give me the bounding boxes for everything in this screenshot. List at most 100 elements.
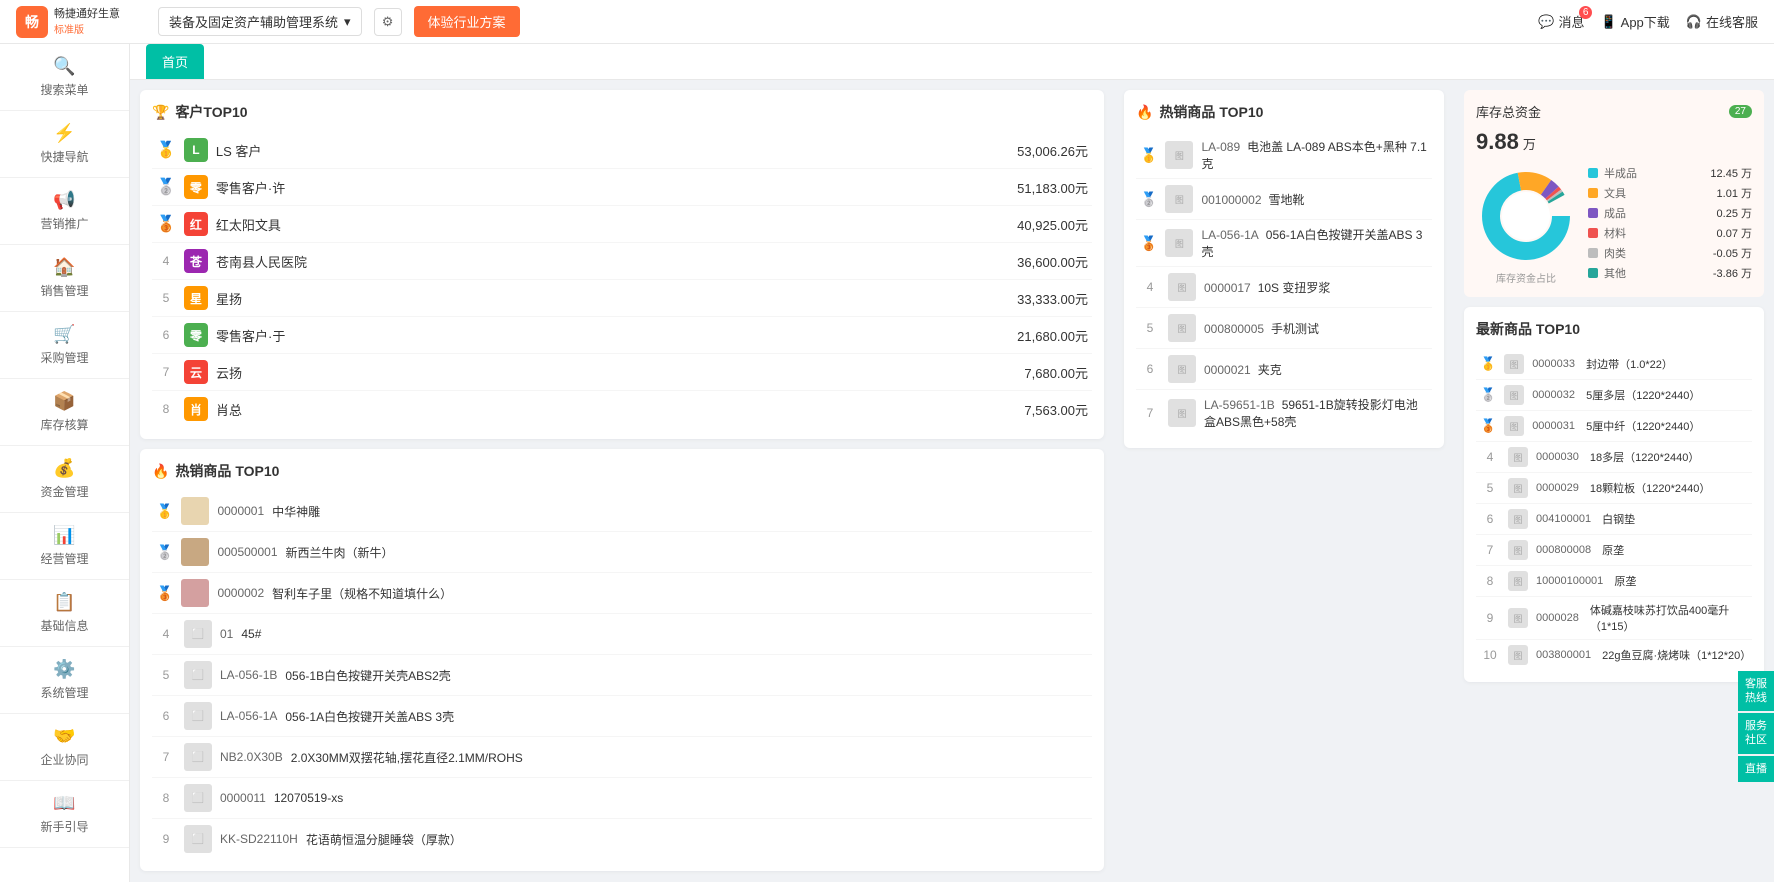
new-product-code: 003800001 [1536,649,1594,661]
legend-color [1588,228,1598,238]
product-name: 2.0X30MM双摆花轴,摆花直径2.1MM/ROHS [291,749,523,766]
tab-home[interactable]: 首页 [146,44,204,79]
hot-product2-row: 7 图 LA-59651-1B 59651-1B旋转投影灯电池盒ABS黑色+58… [1136,390,1432,436]
logo-icon: 畅 [16,6,48,38]
rank-number: 7 [1140,406,1160,420]
product-thumbnail2: 图 [1165,185,1193,213]
customer-row: 🥇 L LS 客户 53,006.26元 [152,132,1092,169]
product-code2: LA-056-1A [1201,228,1262,242]
new-product-icon: 图 [1508,571,1528,591]
hot-product-row: 7 ⬜ NB2.0X30B 2.0X30MM双摆花轴,摆花直径2.1MM/ROH… [152,737,1092,778]
trophy-icon: 🏆 [152,104,169,121]
search-icon: 🔍 [53,56,75,77]
new-product-name: 22g鱼豆腐·烧烤味（1*12*20） [1602,647,1748,663]
trial-button[interactable]: 体验行业方案 [414,6,520,37]
purchase-icon: 🛒 [53,324,75,345]
sidebar-item-purchase[interactable]: 🛒 采购管理 [0,312,129,379]
gear-button[interactable]: ⚙ [374,8,402,36]
product-thumbnail2: 图 [1168,314,1196,342]
customer-amount: 40,925.00元 [1017,215,1088,234]
legend-label: 成品 [1604,205,1711,221]
legend-label: 半成品 [1604,165,1704,181]
message-badge: 6 [1579,6,1593,19]
hot-products-card: 🔥 热销商品 TOP10 🥇 0000001 中华神雕 🥈 000500001 … [140,449,1104,871]
new-product-row: 🥇 图 0000033 封边带（1.0*22） [1476,349,1752,380]
customer-amount: 7,680.00元 [1024,363,1088,382]
rank-number: 7 [156,750,176,764]
float-service-btn[interactable]: 客服热线 [1738,671,1774,712]
product-code: KK-SD22110H [220,832,298,846]
chevron-down-icon: ▾ [344,14,351,30]
sidebar-item-inventory[interactable]: 📦 库存核算 [0,379,129,446]
sidebar-operations-label: 经营管理 [40,550,88,567]
fire-icon: 🔥 [152,463,169,480]
legend-color [1588,168,1598,178]
new-product-icon: 图 [1508,509,1528,529]
medal-icon: 🥉 [1480,418,1496,434]
system-icon: ⚙️ [53,659,75,680]
rank-number: 8 [156,791,176,805]
legend-color [1588,188,1598,198]
legend-value: 12.45 万 [1710,165,1752,181]
hot-product2-row: 🥈 图 001000002 雪地靴 [1136,179,1432,220]
customer-row: 6 零 零售客户·于 21,680.00元 [152,317,1092,354]
sidebar-item-search[interactable]: 🔍 搜索菜单 [0,44,129,111]
customer-avatar: 零 [184,175,208,199]
new-product-name: 18多层（1220*2440） [1590,449,1748,465]
sidebar-item-sales[interactable]: 🏠 销售管理 [0,245,129,312]
legend-color [1588,268,1598,278]
customer-avatar: 云 [184,360,208,384]
rank-number: 6 [156,709,176,723]
product-name2: 夹克 [1258,363,1282,377]
sidebar-item-nav[interactable]: ⚡ 快捷导航 [0,111,129,178]
float-direct-btn[interactable]: 直播 [1738,756,1774,782]
product-name: 056-1A白色按键开关盖ABS 3壳 [285,708,454,725]
new-product-icon: 图 [1504,385,1524,405]
new-product-icon: 图 [1504,416,1524,436]
sidebar-item-guide[interactable]: 📖 新手引导 [0,781,129,848]
legend-item: 成品 0.25 万 [1588,205,1752,221]
customer-row: 7 云 云扬 7,680.00元 [152,354,1092,391]
online-service-action[interactable]: 🎧 在线客服 [1686,12,1758,31]
message-action[interactable]: 💬 消息 6 [1538,12,1584,31]
customer-avatar: 零 [184,323,208,347]
sidebar-guide-label: 新手引导 [40,818,88,835]
legend-value: 1.01 万 [1717,185,1752,201]
service-label: 在线客服 [1706,12,1758,31]
marketing-icon: 📢 [53,190,75,211]
sidebar-item-system[interactable]: ⚙️ 系统管理 [0,647,129,714]
rank-number: 5 [1480,481,1500,495]
rank-number: 4 [1140,280,1160,294]
sidebar-system-label: 系统管理 [40,684,88,701]
sidebar-item-finance[interactable]: 💰 资金管理 [0,446,129,513]
legend-item: 文具 1.01 万 [1588,185,1752,201]
product-code2: 0000017 [1204,281,1254,295]
inventory-amount: 9.88 [1476,129,1519,155]
rank-number: 6 [1480,512,1500,526]
medal-icon: 🥇 [156,140,176,160]
sidebar-item-company[interactable]: 🤝 企业协同 [0,714,129,781]
app-download-action[interactable]: 📱 App下载 [1600,12,1669,31]
float-community-btn[interactable]: 服务社区 [1738,713,1774,754]
logo-text: 畅捷通好生意 [54,7,120,21]
sidebar-item-marketing[interactable]: 📢 营销推广 [0,178,129,245]
sidebar-item-operations[interactable]: 📊 经营管理 [0,513,129,580]
product-name: 中华神雕 [272,503,320,520]
sidebar-marketing-label: 营销推广 [40,215,88,232]
system-selector[interactable]: 装备及固定资产辅助管理系统 ▾ [158,7,362,36]
medal-icon: 🥉 [156,214,176,234]
new-product-code: 004100001 [1536,513,1594,525]
hot-product-row: 4 ⬜ 01 45# [152,614,1092,655]
hot-products2-title: 🔥 热销商品 TOP10 [1136,102,1432,122]
customer-avatar: 肖 [184,397,208,421]
rank-number: 8 [1480,574,1500,588]
sidebar-item-basic[interactable]: 📋 基础信息 [0,580,129,647]
sidebar-basic-label: 基础信息 [40,617,88,634]
logo-area: 畅 畅捷通好生意 标准版 [16,6,146,38]
hot-product2-row: 🥇 图 LA-089 电池盖 LA-089 ABS本色+黑种 7.1克 [1136,132,1432,179]
legend-area: 半成品 12.45 万 文具 1.01 万 成品 0.25 万 材料 0.07 … [1588,165,1752,285]
rank-number: 6 [156,328,176,342]
legend-value: 0.25 万 [1717,205,1752,221]
customer-name: 红太阳文具 [216,215,1009,234]
company-icon: 🤝 [53,726,75,747]
